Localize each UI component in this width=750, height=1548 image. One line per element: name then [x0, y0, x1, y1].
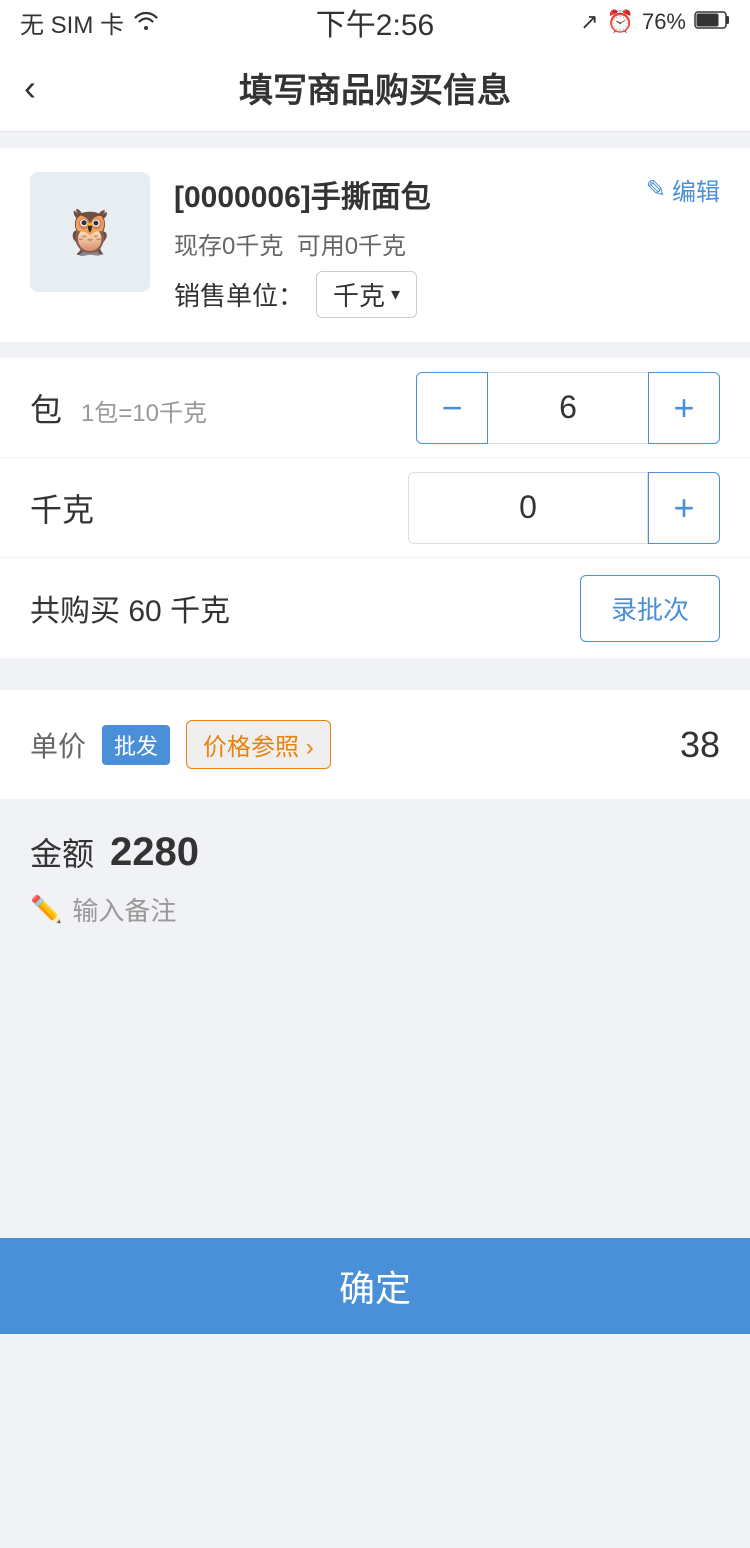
- record-batch-button[interactable]: 录批次: [580, 575, 720, 642]
- bao-sublabel: 1包=10千克: [81, 400, 207, 427]
- price-value: 38: [680, 724, 720, 766]
- note-placeholder: 输入备注: [72, 891, 176, 928]
- battery-icon: [694, 9, 730, 35]
- time-label: 下午2:56: [316, 0, 434, 44]
- bao-label: 包 1包=10千克: [30, 385, 416, 431]
- dropdown-icon: ▾: [391, 284, 400, 305]
- bao-input-row: 包 1包=10千克 − +: [0, 358, 750, 458]
- input-section: 包 1包=10千克 − + 千克 +: [0, 358, 750, 558]
- pencil-icon: ✏️: [30, 894, 62, 925]
- kg-label: 千克: [30, 485, 408, 531]
- kg-input-row: 千克 +: [0, 458, 750, 558]
- bao-qty-control: − +: [416, 372, 720, 444]
- back-button[interactable]: ‹: [24, 67, 36, 109]
- product-image: 🦉: [30, 172, 150, 292]
- unit-label: 销售单位：: [174, 276, 304, 313]
- price-badge: 批发: [102, 725, 170, 765]
- product-unit-row: 销售单位： 千克 ▾: [174, 271, 720, 318]
- page-title: 填写商品购买信息: [239, 63, 511, 112]
- alarm-icon: ⏰: [607, 9, 634, 35]
- bao-quantity-input[interactable]: [488, 372, 648, 444]
- kg-qty-control: +: [408, 472, 720, 544]
- price-ref-button[interactable]: 价格参照 ›: [186, 720, 331, 769]
- product-stock: 现存0千克 可用0千克: [174, 226, 720, 261]
- status-bar: 无 SIM 卡 下午2:56 ↗ ⏰ 76%: [0, 0, 750, 44]
- amount-section: 金额 2280 ✏️ 输入备注: [0, 799, 750, 948]
- summary-text: 共购买 60 千克: [30, 586, 230, 630]
- amount-value: 2280: [110, 830, 199, 875]
- confirm-button[interactable]: 确定: [0, 1238, 750, 1334]
- battery-label: 76%: [642, 9, 686, 35]
- amount-row: 金额 2280: [30, 829, 720, 875]
- product-info: [0000006]手撕面包 现存0千克 可用0千克 销售单位： 千克 ▾: [174, 172, 720, 318]
- confirm-label: 确定: [339, 1260, 411, 1312]
- price-label: 单价: [30, 725, 86, 765]
- product-card: 🦉 [0000006]手撕面包 现存0千克 可用0千克 销售单位： 千克 ▾ ✎…: [0, 148, 750, 342]
- location-icon: ↗: [580, 9, 598, 35]
- edit-icon: ✎: [646, 175, 666, 204]
- kg-quantity-input[interactable]: [408, 472, 648, 544]
- unit-value: 千克: [333, 276, 385, 313]
- kg-plus-button[interactable]: +: [648, 472, 720, 544]
- wifi-icon: [132, 8, 160, 37]
- divider-2: [0, 658, 750, 674]
- carrier-label: 无 SIM 卡: [20, 5, 124, 40]
- product-logo: 🦉: [63, 206, 118, 258]
- bao-plus-button[interactable]: +: [648, 372, 720, 444]
- price-section: 单价 批发 价格参照 › 38: [0, 690, 750, 799]
- summary-row: 共购买 60 千克 录批次: [0, 558, 750, 658]
- price-row: 单价 批发 价格参照 › 38: [30, 720, 720, 769]
- amount-label: 金额: [30, 829, 94, 875]
- edit-label: 编辑: [672, 172, 720, 207]
- status-right: ↗ ⏰ 76%: [580, 9, 730, 35]
- bao-minus-button[interactable]: −: [416, 372, 488, 444]
- summary-value: 60: [128, 595, 161, 628]
- unit-selector[interactable]: 千克 ▾: [316, 271, 417, 318]
- divider-1: [0, 342, 750, 358]
- product-name: [0000006]手撕面包: [174, 172, 720, 216]
- status-left: 无 SIM 卡: [20, 5, 160, 40]
- nav-bar: ‹ 填写商品购买信息: [0, 44, 750, 132]
- edit-button[interactable]: ✎ 编辑: [646, 172, 720, 207]
- note-row[interactable]: ✏️ 输入备注: [30, 891, 720, 928]
